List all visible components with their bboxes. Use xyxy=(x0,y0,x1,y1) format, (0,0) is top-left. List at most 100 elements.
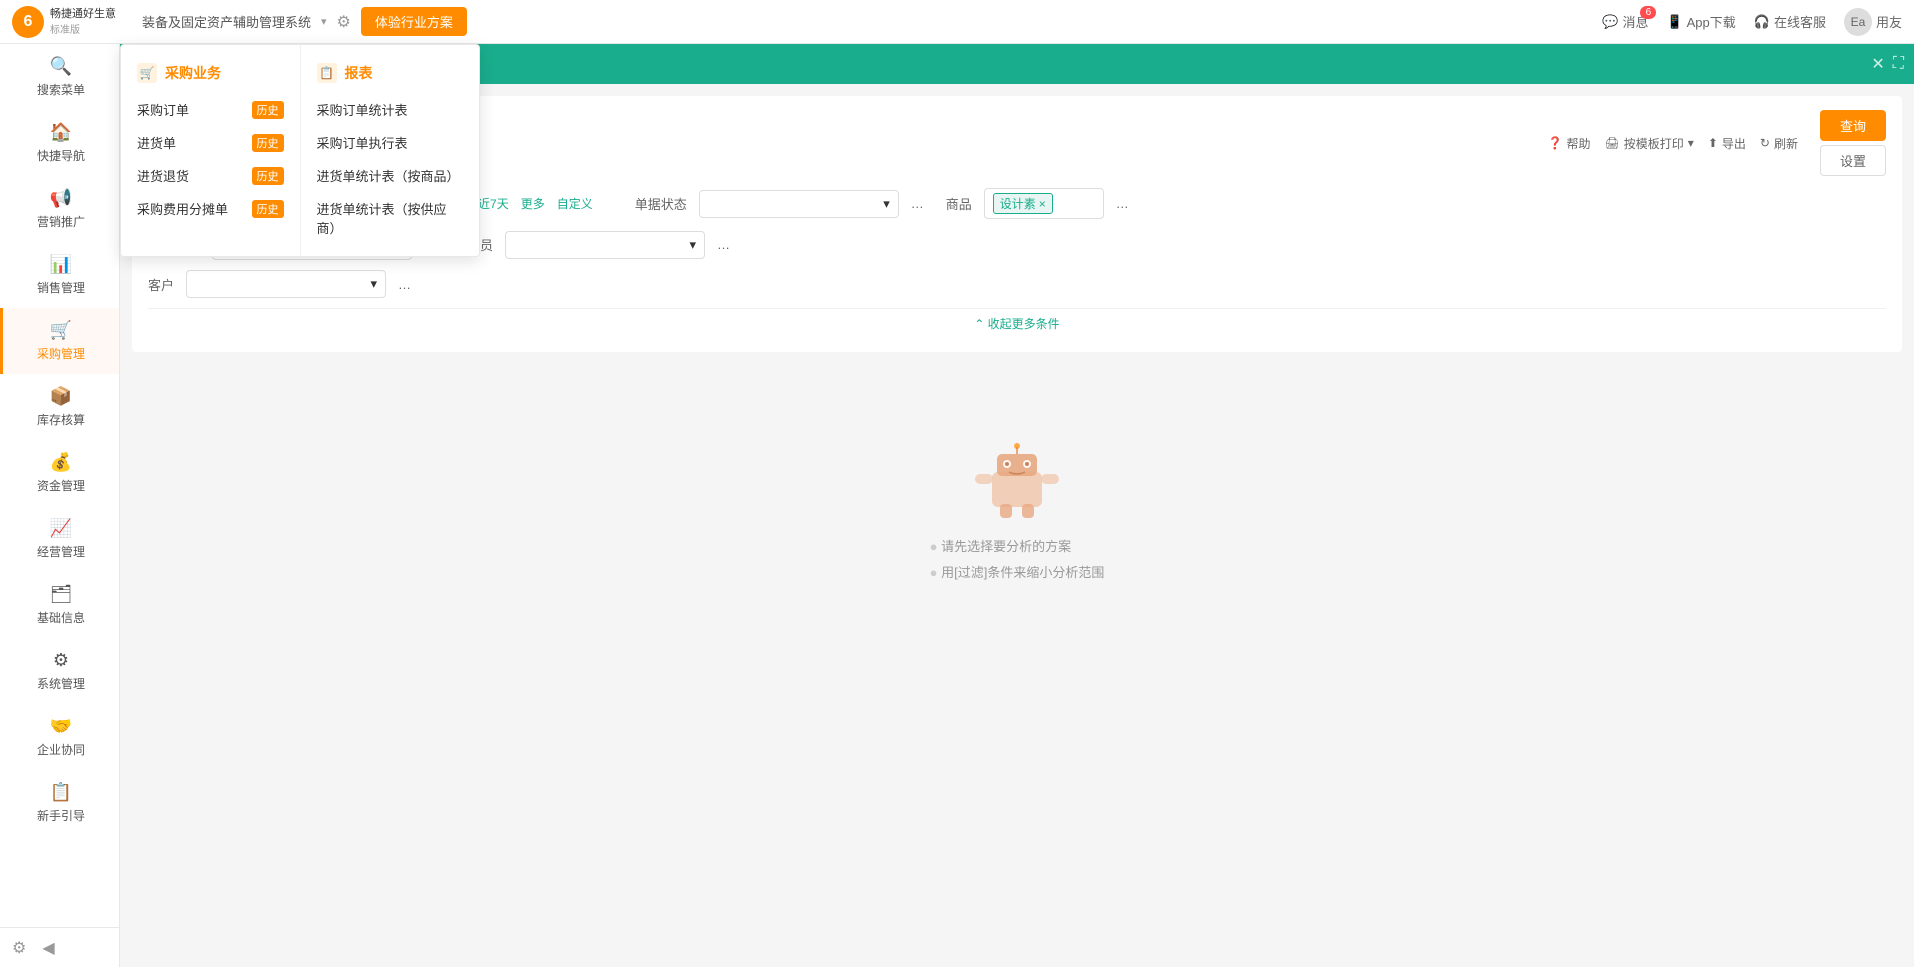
empty-state: 请先选择要分析的方案 用[过滤]条件来缩小分析范围 xyxy=(132,362,1902,666)
message-badge: 6 xyxy=(1640,6,1656,19)
collapse-bar[interactable]: ⌃ 收起更多条件 xyxy=(148,308,1886,338)
user-action[interactable]: Ea 用友 xyxy=(1844,8,1902,36)
inventory-icon: 📦 xyxy=(50,386,72,407)
dropdown-purchase-header: 🛒 采购业务 xyxy=(121,57,300,93)
purchase-dropdown-menu: 🛒 采购业务 采购订单 历史 进货单 历史 进货退货 历史 采购费用分摊单 历史… xyxy=(120,44,480,257)
bill-status-select[interactable]: ▾ xyxy=(699,190,899,218)
empty-hint-2: 用[过滤]条件来缩小分析范围 xyxy=(930,560,1105,586)
sales-icon: 📊 xyxy=(50,254,72,275)
customer-more[interactable]: … xyxy=(398,277,411,292)
empty-hints: 请先选择要分析的方案 用[过滤]条件来缩小分析范围 xyxy=(930,534,1105,586)
dropdown-item-return[interactable]: 进货退货 历史 xyxy=(121,159,300,192)
sidebar-item-inventory[interactable]: 📦 库存核算 xyxy=(0,374,119,440)
sidebar-item-cooperation[interactable]: 🤝 企业协同 xyxy=(0,704,119,770)
help-btn[interactable]: ❓ 帮助 xyxy=(1548,135,1591,152)
logo-text: 畅捷通好生意 标准版 xyxy=(50,7,116,36)
cooperation-icon: 🤝 xyxy=(50,716,72,737)
sidebar-item-search[interactable]: 🔍 搜索菜单 xyxy=(0,44,119,110)
bottom-settings-icon[interactable]: ⚙ xyxy=(12,938,26,958)
system-settings-icon[interactable]: ⚙ xyxy=(337,12,351,32)
purchase-header-icon: 🛒 xyxy=(137,63,157,83)
date-custom[interactable]: 自定义 xyxy=(557,195,593,212)
system-title: 装备及固定资产辅助管理系统 xyxy=(142,12,311,31)
history-badge-2: 历史 xyxy=(252,167,284,185)
empty-hint-1: 请先选择要分析的方案 xyxy=(930,534,1105,560)
sidebar-item-system[interactable]: ⚙ 系统管理 xyxy=(0,638,119,704)
dropdown-item-po-exec[interactable]: 采购订单执行表 xyxy=(301,126,480,159)
message-action[interactable]: 💬 消息 6 xyxy=(1602,12,1648,31)
report-header-icon: 📋 xyxy=(317,63,337,83)
sidebar-item-nav[interactable]: 🏠 快捷导航 xyxy=(0,110,119,176)
dropdown-item-inbound-by-goods[interactable]: 进货单统计表（按商品） xyxy=(301,159,480,192)
search-icon: 🔍 xyxy=(50,56,72,77)
sidebar-item-guide[interactable]: 📋 新手引导 xyxy=(0,770,119,836)
history-badge-3: 历史 xyxy=(252,200,284,218)
goods-tag-close[interactable]: × xyxy=(1039,197,1046,211)
system-icon: ⚙ xyxy=(53,650,69,671)
dropdown-col-purchase: 🛒 采购业务 采购订单 历史 进货单 历史 进货退货 历史 采购费用分摊单 历史 xyxy=(121,45,301,256)
dropdown-item-expense[interactable]: 采购费用分摊单 历史 xyxy=(121,192,300,225)
print-icon: 🖨 xyxy=(1605,136,1620,150)
help-icon: ❓ xyxy=(1548,136,1563,150)
goods-label: 商品 xyxy=(946,194,972,213)
settings-button[interactable]: 设置 xyxy=(1820,145,1886,176)
marketing-icon: 📢 xyxy=(50,188,72,209)
header-actions: 💬 消息 6 📱 App下载 🎧 在线客服 Ea 用友 xyxy=(1602,8,1902,36)
sidebar-item-purchase[interactable]: 🛒 采购管理 xyxy=(0,308,119,374)
avatar: Ea xyxy=(1844,8,1872,36)
customer-label: 客户 xyxy=(148,275,174,294)
dropdown-item-po-stat[interactable]: 采购订单统计表 xyxy=(301,93,480,126)
salesperson-more[interactable]: … xyxy=(717,237,730,252)
tab-close-all-btn[interactable]: ✕ xyxy=(1871,54,1884,74)
history-badge-1: 历史 xyxy=(252,134,284,152)
goods-more[interactable]: … xyxy=(1116,196,1129,211)
sidebar-bottom: ⚙ ◀ xyxy=(0,927,119,967)
industry-btn[interactable]: 体验行业方案 xyxy=(361,7,467,36)
export-icon: ⬆ xyxy=(1708,136,1718,150)
export-btn[interactable]: ⬆ 导出 xyxy=(1708,135,1746,152)
system-dropdown-arrow[interactable]: ▾ xyxy=(321,15,327,28)
dropdown-item-inbound-by-supplier[interactable]: 进货单统计表（按供应商） xyxy=(301,192,480,244)
print-dropdown-icon[interactable]: ▾ xyxy=(1688,136,1694,150)
dropdown-report-header: 📋 报表 xyxy=(301,57,480,93)
bill-status-label: 单据状态 xyxy=(635,194,687,213)
top-header: 6 畅捷通好生意 标准版 装备及固定资产辅助管理系统 ▾ ⚙ 体验行业方案 💬 … xyxy=(0,0,1914,44)
goods-tag: 设计素 × xyxy=(993,193,1053,214)
sidebar-item-operations[interactable]: 📈 经营管理 xyxy=(0,506,119,572)
guide-icon: 📋 xyxy=(50,782,72,803)
date-more[interactable]: 更多 xyxy=(521,195,545,212)
sidebar: 🔍 搜索菜单 🏠 快捷导航 📢 营销推广 📊 销售管理 🛒 采购管理 📦 库存核… xyxy=(0,44,120,967)
filter-row-3: 客户 ▾ … xyxy=(148,270,1886,298)
sidebar-item-sales[interactable]: 📊 销售管理 xyxy=(0,242,119,308)
refresh-icon: ↻ xyxy=(1760,136,1770,150)
logo-icon: 6 xyxy=(12,6,44,38)
tab-maximize-btn[interactable]: ⛶ xyxy=(1893,55,1904,73)
operations-icon: 📈 xyxy=(50,518,72,539)
empty-illustration xyxy=(967,442,1067,522)
sidebar-item-basic-info[interactable]: 🗂 基础信息 xyxy=(0,572,119,638)
online-service-action[interactable]: 🎧 在线客服 xyxy=(1754,12,1826,31)
print-btn[interactable]: 🖨 按模板打印 ▾ xyxy=(1605,135,1694,152)
query-button[interactable]: 查询 xyxy=(1820,110,1886,141)
sidebar-item-marketing[interactable]: 📢 营销推广 xyxy=(0,176,119,242)
goods-input[interactable]: 设计素 × xyxy=(984,188,1104,219)
basic-info-icon: 🗂 xyxy=(50,584,73,605)
history-badge-0: 历史 xyxy=(252,101,284,119)
finance-icon: 💰 xyxy=(50,452,72,473)
headset-icon: 🎧 xyxy=(1754,14,1770,30)
logo-area: 6 畅捷通好生意 标准版 xyxy=(12,6,132,38)
dropdown-item-inbound[interactable]: 进货单 历史 xyxy=(121,126,300,159)
purchase-icon: 🛒 xyxy=(50,320,72,341)
refresh-btn[interactable]: ↻ 刷新 xyxy=(1760,135,1798,152)
sidebar-item-finance[interactable]: 💰 资金管理 xyxy=(0,440,119,506)
bill-status-more[interactable]: … xyxy=(911,196,924,211)
sidebar-collapse-icon[interactable]: ◀ xyxy=(42,938,54,958)
home-icon: 🏠 xyxy=(50,122,72,143)
date-7days[interactable]: 近7天 xyxy=(478,195,509,212)
customer-select[interactable]: ▾ xyxy=(186,270,386,298)
dropdown-col-report: 📋 报表 采购订单统计表 采购订单执行表 进货单统计表（按商品） 进货单统计表（… xyxy=(301,45,480,256)
app-download-action[interactable]: 📱 App下载 xyxy=(1666,12,1735,31)
message-icon: 💬 xyxy=(1602,14,1618,30)
dropdown-item-purchase-order[interactable]: 采购订单 历史 xyxy=(121,93,300,126)
salesperson-select[interactable]: ▾ xyxy=(505,231,705,259)
